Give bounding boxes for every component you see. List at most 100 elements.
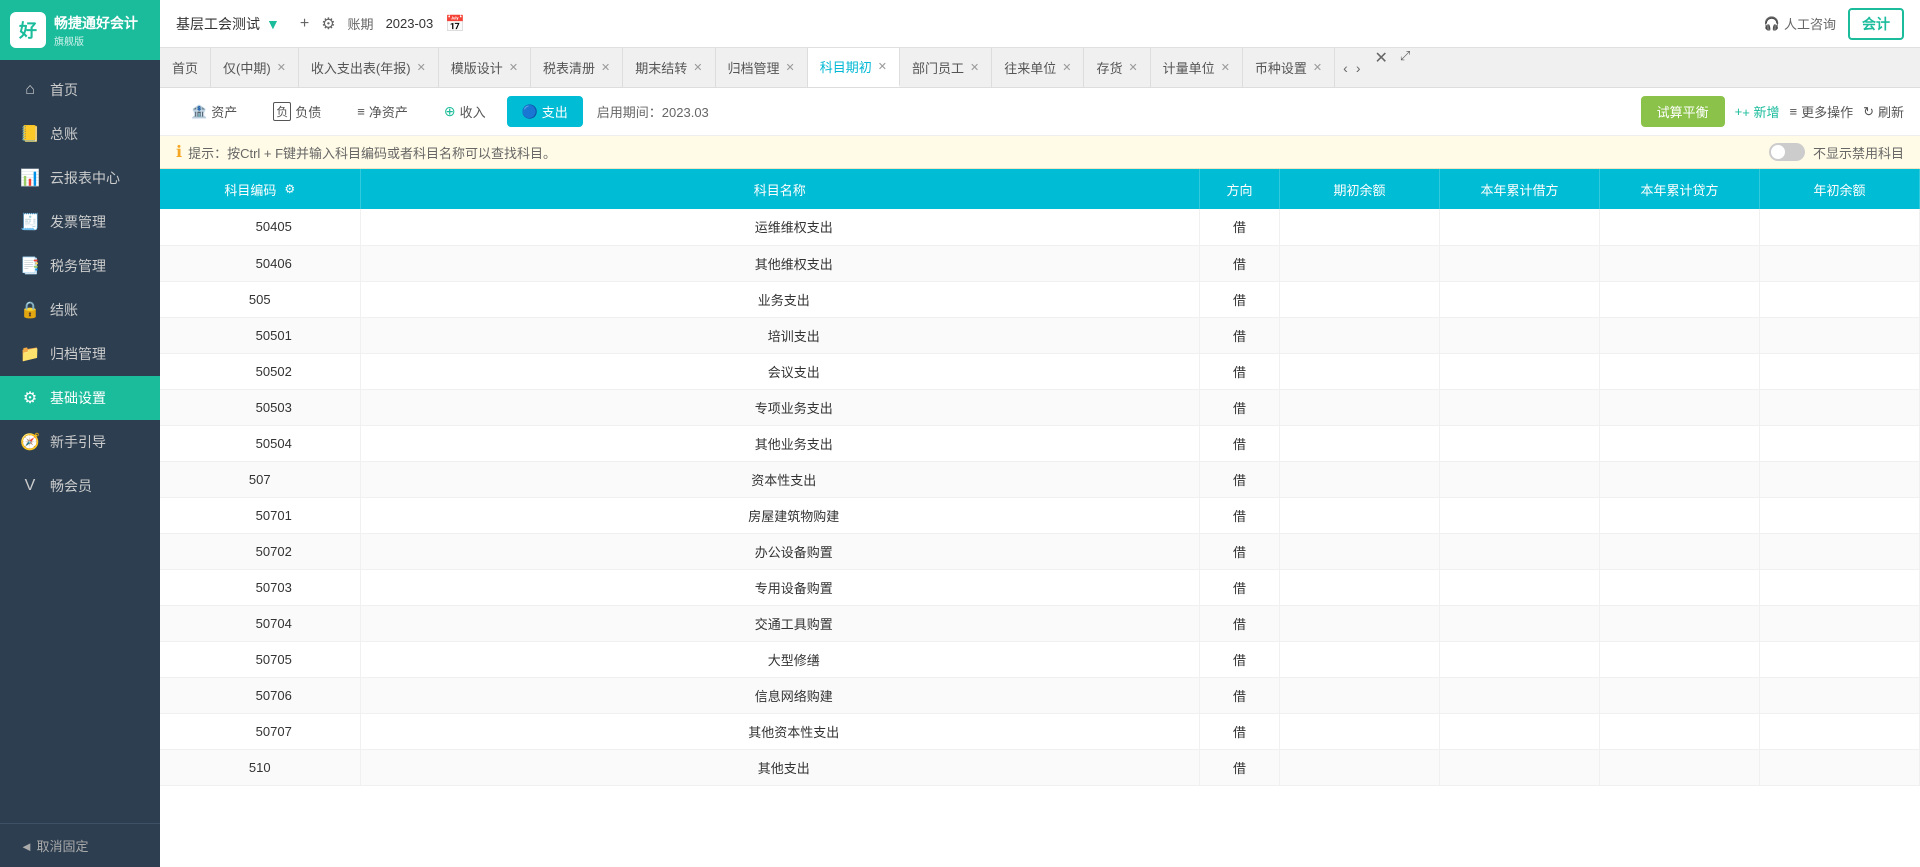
sidebar-item-invoice[interactable]: 🧾 发票管理 [0, 200, 160, 244]
table-row[interactable]: 50706信息网络购建借 [160, 677, 1920, 713]
tab-yearend[interactable]: 期末结转 ✕ [623, 48, 715, 87]
sidebar-item-home[interactable]: ⌂ 首页 [0, 68, 160, 112]
tab-close-icon[interactable]: ✕ [277, 61, 286, 74]
settings-icon[interactable]: ⚙ [321, 14, 335, 34]
tab-label: 币种设置 [1255, 58, 1307, 77]
tab-close-icon[interactable]: ✕ [601, 61, 610, 74]
company-selector[interactable]: 基层工会测试 ▼ [176, 14, 280, 34]
invoice-icon: 🧾 [20, 212, 40, 232]
sidebar-item-member[interactable]: V 畅会员 [0, 464, 160, 508]
table-row[interactable]: 50707其他资本性支出借 [160, 713, 1920, 749]
hint-icon: ℹ [176, 142, 182, 162]
tab-measure[interactable]: 计量单位 ✕ [1151, 48, 1243, 87]
sidebar-collapse[interactable]: ◄ 取消固定 [0, 823, 160, 867]
table-row[interactable]: 50503专项业务支出借 [160, 389, 1920, 425]
filter-tab-asset[interactable]: 🏦 资产 [176, 96, 252, 127]
logo-sub: 旗舰版 [54, 33, 138, 48]
filter-tab-liability[interactable]: 负 负债 [258, 96, 336, 127]
cell-annual [1760, 569, 1920, 605]
table-row[interactable]: 50701房屋建筑物购建借 [160, 497, 1920, 533]
tab-prev-icon[interactable]: ‹ [1341, 60, 1350, 76]
cell-direction: 借 [1200, 389, 1280, 425]
refresh-button[interactable]: ↻ 刷新 [1863, 102, 1904, 121]
cell-direction: 借 [1200, 425, 1280, 461]
top-bar: 基层工会测试 ▼ + ⚙ 账期 2023-03 📅 🎧 人工咨询 会计 [160, 0, 1920, 48]
cell-debit [1440, 389, 1600, 425]
cell-balance [1280, 461, 1440, 497]
table-row[interactable]: 50704交通工具购置借 [160, 605, 1920, 641]
table-row[interactable]: 50502会议支出借 [160, 353, 1920, 389]
table-row[interactable]: 50705大型修缮借 [160, 641, 1920, 677]
col-settings-icon[interactable]: ⚙ [284, 182, 295, 196]
more-label: 更多操作 [1801, 102, 1853, 121]
add-button[interactable]: + + 新增 [1735, 102, 1780, 121]
filter-tab-income[interactable]: ⊕ 收入 [429, 96, 501, 127]
toggle-disabled-subjects[interactable] [1769, 143, 1805, 161]
tab-income[interactable]: 收入支出表(年报) ✕ [299, 48, 439, 87]
filter-tab-label: 支出 [542, 102, 568, 121]
filter-tab-label: 资产 [211, 102, 237, 121]
tab-close-icon[interactable]: ✕ [786, 61, 795, 74]
tab-currency[interactable]: 币种设置 ✕ [1243, 48, 1335, 87]
tab-home[interactable]: 首页 [160, 48, 211, 87]
table-row[interactable]: 50504其他业务支出借 [160, 425, 1920, 461]
sidebar-item-guide[interactable]: 🧭 新手引导 [0, 420, 160, 464]
table-row[interactable]: 510其他支出借 [160, 749, 1920, 785]
table-row[interactable]: 50406其他维权支出借 [160, 245, 1920, 281]
table-header-row: 科目编码 ⚙ 科目名称 方向 期初余额 [160, 169, 1920, 209]
table-row[interactable]: 50405运维维权支出借 [160, 209, 1920, 245]
table-row[interactable]: 50703专用设备购置借 [160, 569, 1920, 605]
guide-icon: 🧭 [20, 432, 40, 452]
cell-direction: 借 [1200, 569, 1280, 605]
table-row[interactable]: 507资本性支出借 [160, 461, 1920, 497]
cell-direction: 借 [1200, 713, 1280, 749]
sidebar-item-basic[interactable]: ⚙ 基础设置 [0, 376, 160, 420]
support-button[interactable]: 🎧 人工咨询 [1764, 14, 1836, 33]
tab-unit[interactable]: 往来单位 ✕ [992, 48, 1084, 87]
more-icon: ≡ [1789, 104, 1797, 119]
sidebar-item-report[interactable]: 📊 云报表中心 [0, 156, 160, 200]
expand-icon[interactable]: ⤢ [1394, 48, 1416, 87]
tab-template[interactable]: 模版设计 ✕ [439, 48, 531, 87]
tab-close-icon[interactable]: ✕ [1221, 61, 1230, 74]
tab-subject[interactable]: 科目期初 ✕ [808, 48, 900, 87]
cell-name: 大型修缮 [360, 641, 1200, 677]
sidebar-item-close[interactable]: 🔒 结账 [0, 288, 160, 332]
add-company-icon[interactable]: + [300, 15, 309, 33]
account-button[interactable]: 会计 [1848, 8, 1904, 40]
cell-credit [1600, 641, 1760, 677]
sidebar-item-archive[interactable]: 📁 归档管理 [0, 332, 160, 376]
cell-direction: 借 [1200, 353, 1280, 389]
tab-close-icon[interactable]: ✕ [1313, 61, 1322, 74]
tab-next-icon[interactable]: › [1354, 60, 1363, 76]
tab-inventory[interactable]: 存货 ✕ [1084, 48, 1150, 87]
cell-code: 505 [160, 281, 360, 317]
tab-close-icon[interactable]: ✕ [417, 61, 426, 74]
tab-close-icon[interactable]: ✕ [878, 60, 887, 73]
tab-label: 仅(中期) [223, 58, 271, 77]
balance-button[interactable]: 试算平衡 [1641, 96, 1725, 127]
table-row[interactable]: 50501培训支出借 [160, 317, 1920, 353]
tab-dept[interactable]: 部门员工 ✕ [900, 48, 992, 87]
table-row[interactable]: 50702办公设备购置借 [160, 533, 1920, 569]
refresh-label: 刷新 [1878, 102, 1904, 121]
cell-code: 50705 [160, 641, 360, 677]
calendar-icon[interactable]: 📅 [445, 14, 465, 34]
filter-tab-expense[interactable]: 🔵 支出 [507, 96, 583, 127]
tab-taxclear[interactable]: 税表清册 ✕ [531, 48, 623, 87]
sidebar-item-ledger[interactable]: 📒 总账 [0, 112, 160, 156]
filter-tab-netasset[interactable]: ≡ 净资产 [342, 96, 423, 127]
table-row[interactable]: 505业务支出借 [160, 281, 1920, 317]
tab-close-icon[interactable]: ✕ [1128, 61, 1137, 74]
more-button[interactable]: ≡ 更多操作 [1789, 102, 1853, 121]
tab-close-icon[interactable]: ✕ [693, 61, 702, 74]
sidebar-item-tax[interactable]: 📑 税务管理 [0, 244, 160, 288]
tab-close-icon[interactable]: ✕ [1062, 61, 1071, 74]
cell-credit [1600, 353, 1760, 389]
tab-filing[interactable]: 归档管理 ✕ [716, 48, 808, 87]
tab-period[interactable]: 仅(中期) ✕ [211, 48, 299, 87]
tab-close-icon[interactable]: ✕ [970, 61, 979, 74]
sidebar-item-label: 结账 [50, 300, 78, 320]
tab-close-icon[interactable]: ✕ [509, 61, 518, 74]
close-all-tabs-icon[interactable]: ✕ [1368, 48, 1393, 87]
